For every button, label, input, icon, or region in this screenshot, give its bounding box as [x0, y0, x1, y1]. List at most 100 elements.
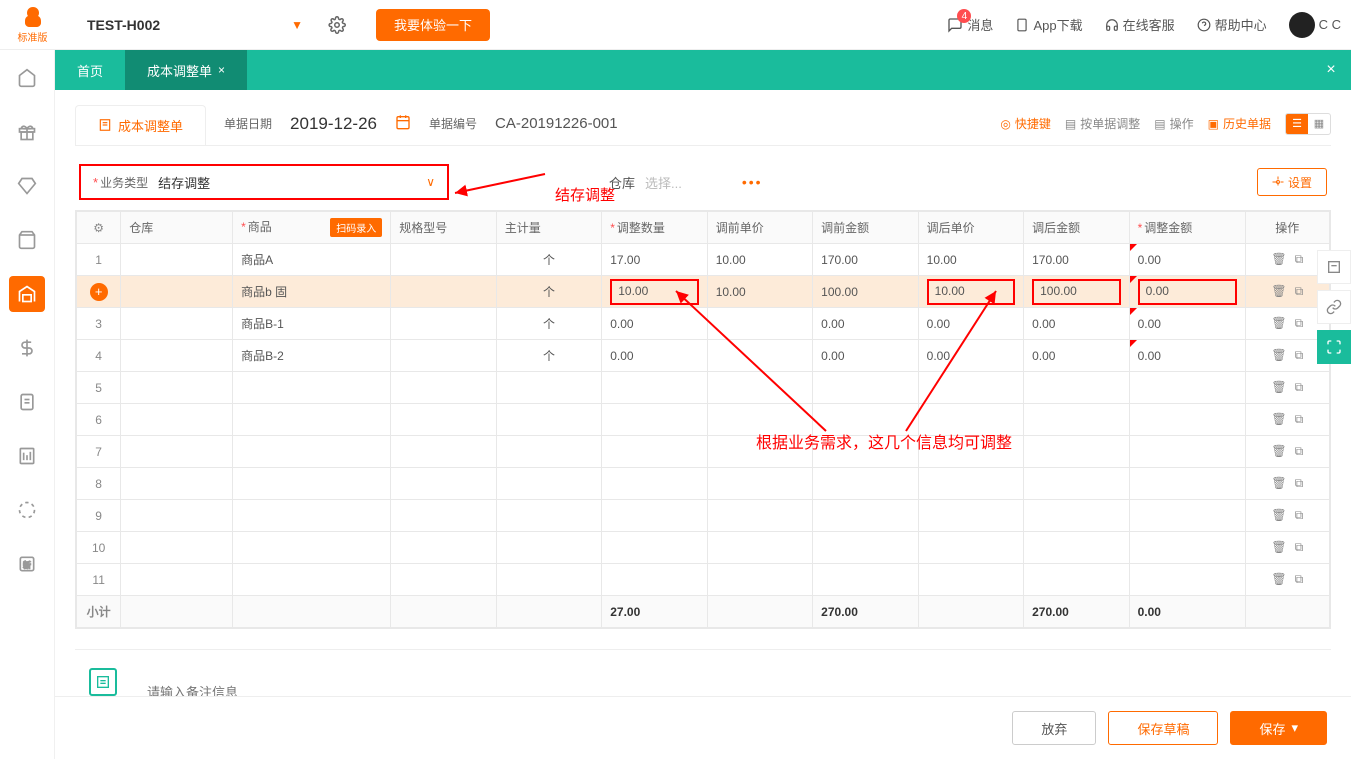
- copy-row-icon[interactable]: ⧉: [1295, 444, 1304, 459]
- business-type-select[interactable]: * 业务类型 结存调整 ∨: [79, 164, 449, 200]
- table-row[interactable]: 5🗑⧉: [77, 372, 1330, 404]
- col-post-amt: 调后金额: [1024, 212, 1129, 244]
- sidebar-bag-icon[interactable]: [9, 222, 45, 258]
- scan-button[interactable]: 扫码录入: [330, 218, 382, 237]
- subtotal-row: 小计 27.00 270.00 270.00 0.00: [77, 596, 1330, 628]
- view-grid-icon[interactable]: ▦: [1308, 114, 1330, 134]
- date-label: 单据日期: [224, 115, 272, 132]
- app-download-link[interactable]: App下载: [1015, 15, 1082, 34]
- delete-row-icon[interactable]: 🗑: [1271, 476, 1286, 491]
- sidebar-home-icon[interactable]: [9, 60, 45, 96]
- col-adj-amt: *调整金额: [1129, 212, 1245, 244]
- chevron-down-icon: ▾: [1291, 720, 1298, 736]
- delete-row-icon[interactable]: 🗑: [1271, 508, 1286, 523]
- page-footer: 放弃 保存草稿 保存 ▾: [55, 696, 1351, 759]
- col-gear[interactable]: ⚙: [77, 212, 121, 244]
- warehouse-filter[interactable]: 仓库 选择...: [609, 173, 682, 192]
- copy-row-icon[interactable]: ⧉: [1295, 284, 1304, 299]
- delete-row-icon[interactable]: 🗑: [1271, 316, 1286, 331]
- code-label: 单据编号: [429, 115, 477, 132]
- copy-row-icon[interactable]: ⧉: [1295, 252, 1304, 267]
- annotation-title: 结存调整: [555, 184, 615, 205]
- col-spec: 规格型号: [391, 212, 496, 244]
- table-row[interactable]: +商品b 固个10.0010.00100.0010.00100.000.00🗑⧉: [77, 276, 1330, 308]
- table-row[interactable]: 11🗑⧉: [77, 564, 1330, 596]
- help-center-link[interactable]: 帮助中心: [1197, 15, 1267, 34]
- col-warehouse: 仓库: [121, 212, 233, 244]
- date-value[interactable]: 2019-12-26: [290, 114, 377, 134]
- org-selector[interactable]: TEST-H002 ▼: [75, 9, 315, 41]
- customer-service-link[interactable]: 在线客服: [1105, 15, 1175, 34]
- sidebar-clipboard-icon[interactable]: [9, 384, 45, 420]
- col-op: 操作: [1245, 212, 1329, 244]
- sidebar-loading-icon[interactable]: [9, 492, 45, 528]
- table-row[interactable]: 8🗑⧉: [77, 468, 1330, 500]
- delete-row-icon[interactable]: 🗑: [1271, 284, 1286, 299]
- col-post-price: 调后单价: [918, 212, 1023, 244]
- sidebar-diamond-icon[interactable]: [9, 168, 45, 204]
- chevron-down-icon: ∨: [426, 175, 435, 189]
- delete-row-icon[interactable]: 🗑: [1271, 380, 1286, 395]
- copy-row-icon[interactable]: ⧉: [1295, 572, 1304, 587]
- org-settings-icon[interactable]: [323, 11, 351, 39]
- more-filters-icon[interactable]: •••: [742, 174, 763, 190]
- try-button[interactable]: 我要体验一下: [376, 9, 490, 41]
- copy-row-icon[interactable]: ⧉: [1295, 316, 1304, 331]
- copy-row-icon[interactable]: ⧉: [1295, 348, 1304, 363]
- sidebar-money-icon[interactable]: [9, 330, 45, 366]
- discard-button[interactable]: 放弃: [1012, 711, 1096, 745]
- save-button[interactable]: 保存 ▾: [1230, 711, 1327, 745]
- copy-row-icon[interactable]: ⧉: [1295, 476, 1304, 491]
- delete-row-icon[interactable]: 🗑: [1271, 412, 1286, 427]
- ops-link[interactable]: ▤ 操作: [1154, 115, 1193, 132]
- by-bill-link[interactable]: ▤ 按单据调整: [1065, 115, 1140, 132]
- user-menu[interactable]: C C: [1289, 12, 1341, 38]
- data-table: ⚙ 仓库 *商品扫码录入 规格型号 主计量 *调整数量 调前单价 调前金额 调后…: [75, 210, 1331, 629]
- delete-row-icon[interactable]: 🗑: [1271, 540, 1286, 555]
- delete-row-icon[interactable]: 🗑: [1271, 572, 1286, 587]
- delete-row-icon[interactable]: 🗑: [1271, 444, 1286, 459]
- page-title-tab: 成本调整单: [75, 105, 206, 145]
- sidebar-gift-icon[interactable]: [9, 114, 45, 150]
- shortcut-link[interactable]: ◎ 快捷键: [1000, 115, 1051, 132]
- table-row[interactable]: 7🗑⧉: [77, 436, 1330, 468]
- messages-link[interactable]: 消息 4: [947, 15, 993, 34]
- close-all-tabs[interactable]: ×: [1311, 50, 1351, 90]
- dock-note-icon[interactable]: [1317, 250, 1351, 284]
- remarks-input[interactable]: [147, 685, 1325, 697]
- delete-row-icon[interactable]: 🗑: [1271, 348, 1286, 363]
- copy-row-icon[interactable]: ⧉: [1295, 508, 1304, 523]
- sidebar-warehouse-icon[interactable]: [9, 276, 45, 312]
- right-dock: [1317, 250, 1351, 364]
- table-row[interactable]: 3商品B-1个0.000.000.000.000.00🗑⧉: [77, 308, 1330, 340]
- dock-expand-icon[interactable]: [1317, 330, 1351, 364]
- top-bar: 标准版 TEST-H002 ▼ 我要体验一下 消息 4 App下载 在线客服 帮…: [0, 0, 1351, 50]
- tab-home[interactable]: 首页: [55, 50, 125, 90]
- table-row[interactable]: 10🗑⧉: [77, 532, 1330, 564]
- close-icon[interactable]: ×: [218, 63, 225, 77]
- copy-row-icon[interactable]: ⧉: [1295, 540, 1304, 555]
- tab-cost-adjust[interactable]: 成本调整单 ×: [125, 50, 247, 90]
- history-link[interactable]: ▣ 历史单据: [1208, 115, 1271, 132]
- calendar-icon[interactable]: [395, 114, 411, 133]
- copy-row-icon[interactable]: ⧉: [1295, 412, 1304, 427]
- view-toggle: ☰ ▦: [1285, 113, 1331, 135]
- table-row[interactable]: 1商品A个17.0010.00170.0010.00170.000.00🗑⧉: [77, 244, 1330, 276]
- table-row[interactable]: 4商品B-2个0.000.000.000.000.00🗑⧉: [77, 340, 1330, 372]
- table-row[interactable]: 9🗑⧉: [77, 500, 1330, 532]
- copy-row-icon[interactable]: ⧉: [1295, 380, 1304, 395]
- add-row-icon[interactable]: +: [90, 283, 108, 301]
- save-draft-button[interactable]: 保存草稿: [1108, 711, 1218, 745]
- sidebar-report-icon[interactable]: [9, 438, 45, 474]
- remarks-section: 备注信息: [75, 649, 1331, 696]
- sidebar-new-icon[interactable]: 新: [9, 546, 45, 582]
- col-pre-amt: 调前金额: [813, 212, 918, 244]
- delete-row-icon[interactable]: 🗑: [1271, 252, 1286, 267]
- dock-link-icon[interactable]: [1317, 290, 1351, 324]
- page-header: 成本调整单 单据日期 2019-12-26 单据编号 CA-20191226-0…: [75, 102, 1331, 146]
- avatar: [1289, 12, 1315, 38]
- view-list-icon[interactable]: ☰: [1286, 114, 1308, 134]
- col-pre-price: 调前单价: [707, 212, 812, 244]
- settings-button[interactable]: 设置: [1257, 168, 1327, 196]
- table-row[interactable]: 6🗑⧉: [77, 404, 1330, 436]
